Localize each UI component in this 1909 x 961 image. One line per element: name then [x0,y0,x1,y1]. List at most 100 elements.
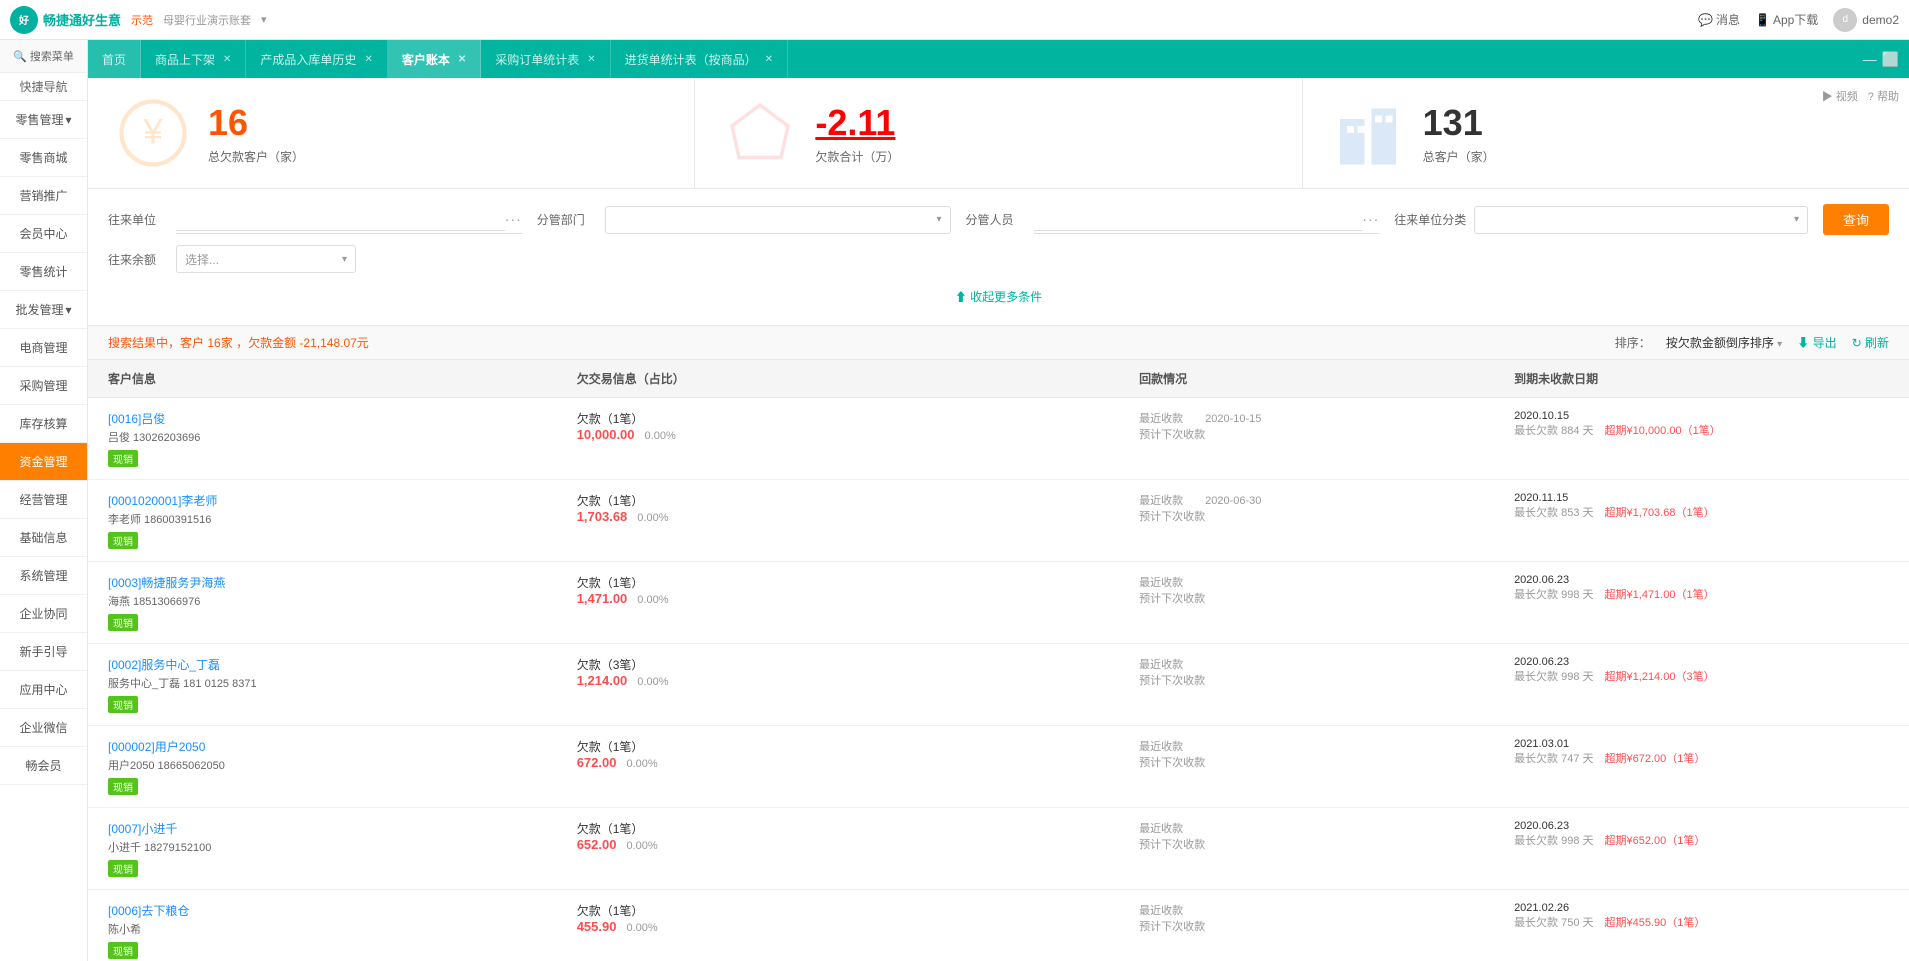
client-id-link[interactable]: [0003]畅捷服务尹海燕 [108,574,577,591]
sidebar-item-inventory[interactable]: 库存核算 [0,405,87,443]
message-btn[interactable]: 💬 消息 [1698,11,1740,28]
debt-amount: 1,703.68 [577,509,628,524]
return-info: 最近收款 2020-10-15 预计下次收款 [1139,410,1514,442]
sidebar-item-label: 企业微信 [19,721,67,735]
client-id-link[interactable]: [0001020001]李老师 [108,492,577,509]
collapse-btn[interactable]: ⬆ 收起更多条件 [108,283,1889,310]
tab-customer-account[interactable]: 客户账本 ✕ [388,40,481,78]
date-info: 2021.03.01 最长欠款 747 天 超期¥672.00（1笔） [1514,738,1889,766]
sidebar-item-guide[interactable]: 新手引导 [0,633,87,671]
filter-row-1: 往来单位 ··· 分管部门 ▾ [108,204,1889,235]
tab-close-icon[interactable]: ✕ [765,54,773,65]
overdue-link[interactable]: 超期¥1,703.68（1笔） [1605,507,1715,519]
sidebar-item-app-center[interactable]: 应用中心 [0,671,87,709]
tab-production-history[interactable]: 产成品入库单历史 ✕ [246,40,387,78]
date-info: 2020.06.23 最长欠款 998 天 超期¥1,471.00（1笔） [1514,574,1889,602]
company-dropdown-icon[interactable]: ▾ [261,13,267,26]
sidebar-item-vip[interactable]: 畅会员 [0,747,87,785]
sidebar-item-finance[interactable]: 资金管理 [0,443,87,481]
sidebar-item-purchase[interactable]: 采购管理 [0,367,87,405]
sidebar-item-enterprise-wechat[interactable]: 企业微信 [0,709,87,747]
client-id-link[interactable]: [0006]去下粮仓 [108,902,577,919]
overdue-link[interactable]: 超期¥10,000.00（1笔） [1605,425,1721,437]
sidebar-item-batch[interactable]: 批发管理 ▾ [0,291,87,329]
user-menu[interactable]: d demo2 [1833,8,1899,32]
help-btn[interactable]: ? 帮助 [1868,88,1899,104]
overdue-link[interactable]: 超期¥1,214.00（3笔） [1605,671,1715,683]
top-bar-left: 好 畅捷通好生意 示范 母婴行业演示账套 ▾ [10,6,267,34]
tab-home[interactable]: 首页 [88,40,141,78]
debt-info: 欠款（3笔） 1,214.000.00% [577,656,1139,688]
table-row: [0003]畅捷服务尹海燕 海燕 18513066976 现销 欠款（1笔） 1… [88,562,1909,644]
debt-percent: 0.00% [626,922,657,934]
sidebar-item-retail-stats[interactable]: 零售统计 [0,253,87,291]
minimize-btn[interactable]: — [1863,51,1877,67]
client-id-link[interactable]: [0007]小进千 [108,820,577,837]
sidebar-item-marketing[interactable]: 营销推广 [0,177,87,215]
sidebar-item-enterprise[interactable]: 企业协同 [0,595,87,633]
tab-close-icon[interactable]: ✕ [587,54,595,65]
client-id-link[interactable]: [0002]服务中心_丁磊 [108,656,577,673]
balance-select[interactable]: 选择... ▾ [176,245,356,273]
sidebar-item-basic-info[interactable]: 基础信息 [0,519,87,557]
sidebar-item-member[interactable]: 会员中心 [0,215,87,253]
sidebar-nav[interactable]: 快捷导航 [0,73,87,101]
chevron-down-icon: ▾ [65,303,71,317]
from-unit-input[interactable] [176,208,505,231]
client-info: [0002]服务中心_丁磊 服务中心_丁磊 181 0125 8371 现销 [108,656,577,713]
dept-label: 分管部门 [537,211,597,228]
date-info: 2020.06.23 最长欠款 998 天 超期¥1,214.00（3笔） [1514,656,1889,684]
sidebar-item-operations[interactable]: 经营管理 [0,481,87,519]
tab-label: 采购订单统计表 [495,51,579,68]
from-unit-label: 往来单位 [108,211,168,228]
client-phone: 海燕 18513066976 [108,593,577,609]
stat-label-debt-total: 欠款合计（万） [815,148,899,165]
overdue-link[interactable]: 超期¥1,471.00（1笔） [1605,589,1715,601]
person-dots[interactable]: ··· [1362,211,1379,227]
data-table: 客户信息 欠交易信息（占比） 回款情况 到期未收款日期 [0016]吕俊 吕俊 … [88,360,1909,961]
tab-close-icon[interactable]: ✕ [223,54,231,65]
sort-select[interactable]: 按欠款金额倒序排序 ▾ [1666,334,1782,351]
sidebar-item-retail-mall[interactable]: 零售商城 [0,139,87,177]
search-button[interactable]: 查询 [1823,204,1889,235]
sidebar-item-ecommerce[interactable]: 电商管理 [0,329,87,367]
subtitle[interactable]: 示范 [131,12,153,28]
sidebar-item-label: 资金管理 [19,455,67,469]
tab-purchase-summary[interactable]: 采购订单统计表 ✕ [481,40,610,78]
tab-product-shelf[interactable]: 商品上下架 ✕ [141,40,246,78]
search-label: 搜索菜单 [30,51,74,63]
debt-count: 欠款（1笔） [577,740,644,754]
person-input[interactable] [1034,208,1363,231]
tab-close-icon[interactable]: ✕ [458,54,466,65]
top-bar: 好 畅捷通好生意 示范 母婴行业演示账套 ▾ 💬 消息 📱 App下载 d de… [0,0,1909,40]
overdue-link[interactable]: 超期¥652.00（1笔） [1605,835,1706,847]
maximize-btn[interactable]: ⬜ [1882,51,1899,68]
tab-close-icon[interactable]: ✕ [364,54,372,65]
dept-select[interactable]: ▾ [605,206,951,234]
refresh-btn[interactable]: ↻ 刷新 [1852,334,1889,351]
sidebar-search[interactable]: 🔍 搜索菜单 [0,40,87,73]
app-download-btn[interactable]: 📱 App下载 [1755,11,1818,28]
export-btn[interactable]: ⬇ 导出 [1797,334,1836,351]
client-phone: 小进千 18279152100 [108,839,577,855]
last-payment-label: 最近收款 [1139,738,1514,754]
col-header-client: 客户信息 [108,370,577,387]
sidebar-item-label: 畅会员 [25,759,61,773]
overdue-link[interactable]: 超期¥455.90（1笔） [1605,917,1706,929]
overdue-link[interactable]: 超期¥672.00（1笔） [1605,753,1706,765]
table-row: [0006]去下粮仓 陈小希 现销 欠款（1笔） 455.900.00% 最近收… [88,890,1909,961]
tab-home-label: 首页 [102,51,126,68]
tab-import-stats[interactable]: 进货单统计表（按商品） ✕ [611,40,788,78]
client-id-link[interactable]: [0016]吕俊 [108,410,577,427]
from-unit-dots[interactable]: ··· [505,211,522,227]
export-label: 导出 [1813,336,1837,350]
video-btn[interactable]: ▶ 视频 [1822,88,1858,104]
sidebar-item-retail-mgmt[interactable]: 零售管理 ▾ [0,101,87,139]
sort-chevron-icon: ▾ [1777,339,1782,350]
unit-class-select[interactable]: ▾ [1474,206,1808,234]
client-id-link[interactable]: [000002]用户2050 [108,738,577,755]
table-row: [0002]服务中心_丁磊 服务中心_丁磊 181 0125 8371 现销 欠… [88,644,1909,726]
results-count: 16家 [207,336,232,350]
client-tag: 现销 [108,696,138,713]
sidebar-item-system[interactable]: 系统管理 [0,557,87,595]
